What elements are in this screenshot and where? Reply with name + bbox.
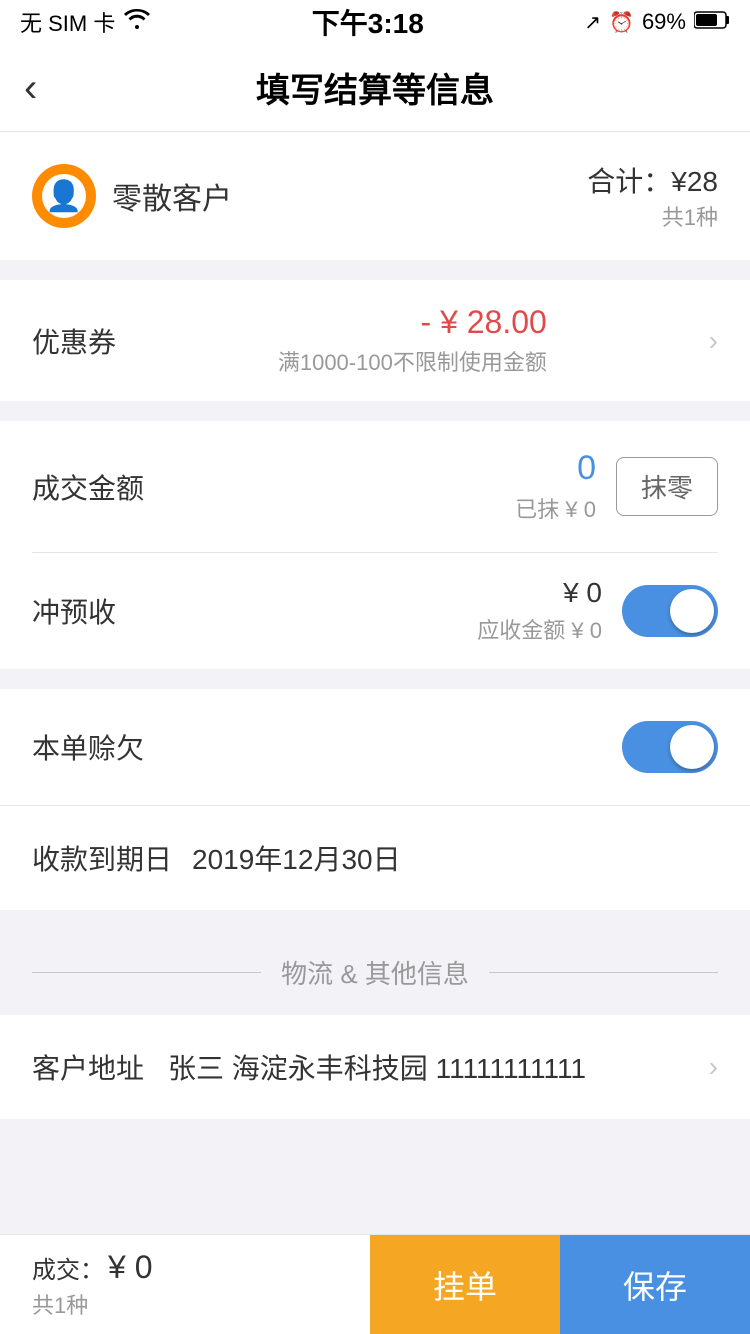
wifi-icon xyxy=(123,9,151,35)
back-button[interactable]: ‹ xyxy=(24,68,37,108)
sim-status: 无 SIM 卡 xyxy=(20,6,115,38)
address-chevron-icon: › xyxy=(709,1051,718,1083)
coupon-label: 优惠券 xyxy=(32,321,116,361)
toggle-thumb xyxy=(670,589,714,633)
prepay-amount-wrap: ¥ 0 应收金额 ¥ 0 xyxy=(477,577,602,645)
section-divider-3 xyxy=(0,669,750,689)
status-time: 下午3:18 xyxy=(312,2,424,42)
coupon-row[interactable]: 优惠券 - ¥ 28.00 满1000-100不限制使用金额 › xyxy=(0,280,750,401)
deal-amount-value: 0 xyxy=(515,449,596,488)
chevron-icon: › xyxy=(709,325,718,357)
deal-amount-wrap: 0 已抹 ¥ 0 xyxy=(515,449,596,524)
battery-level: 69% xyxy=(642,9,686,35)
customer-row: 👤 零散客户 合计：¥28 共1种 xyxy=(0,132,750,260)
person-icon: 👤 xyxy=(45,179,82,214)
bottom-count: 共1种 xyxy=(32,1288,338,1320)
section-divider-1 xyxy=(0,260,750,280)
alarm-icon: ⏰ xyxy=(609,10,634,35)
prepay-row: 冲预收 ¥ 0 应收金额 ¥ 0 xyxy=(0,553,750,669)
customer-left: 👤 零散客户 xyxy=(32,164,232,228)
due-date-label: 收款到期日 xyxy=(32,838,172,878)
total-count: 共1种 xyxy=(587,200,718,232)
due-date-value: 2019年12月30日 xyxy=(192,838,401,878)
bottom-spacer xyxy=(0,1119,750,1159)
deal-amount-right: 0 已抹 ¥ 0 抹零 xyxy=(515,449,718,524)
bottom-bar: 成交： ¥ 0 共1种 挂单 保存 xyxy=(0,1234,750,1334)
logistics-header: 物流 & 其他信息 xyxy=(0,930,750,1015)
content-area: 👤 零散客户 合计：¥28 共1种 优惠券 - ¥ 28.00 满1000-10… xyxy=(0,132,750,1259)
bottom-deal-value: ¥ 0 xyxy=(108,1249,152,1286)
coupon-right: - ¥ 28.00 满1000-100不限制使用金额 xyxy=(278,304,547,377)
page-title: 填写结算等信息 xyxy=(256,63,494,112)
address-row[interactable]: 客户地址 张三 海淀永丰科技园 11111111111 › xyxy=(0,1015,750,1119)
battery-icon xyxy=(694,9,730,35)
debt-label: 本单赊欠 xyxy=(32,727,144,767)
section-divider-2 xyxy=(0,401,750,421)
round-button[interactable]: 抹零 xyxy=(616,457,718,516)
deal-amount-label: 成交金额 xyxy=(32,467,144,507)
customer-section: 👤 零散客户 合计：¥28 共1种 xyxy=(0,132,750,260)
due-date-row[interactable]: 收款到期日 2019年12月30日 xyxy=(0,805,750,910)
status-bar: 无 SIM 卡 下午3:18 ↗ ⏰ 69% xyxy=(0,0,750,44)
coupon-sub: 满1000-100不限制使用金额 xyxy=(278,345,547,377)
nav-bar: ‹ 填写结算等信息 xyxy=(0,44,750,132)
bottom-deal-row: 成交： ¥ 0 xyxy=(32,1249,338,1286)
customer-avatar: 👤 xyxy=(32,164,96,228)
address-section: 客户地址 张三 海淀永丰科技园 11111111111 › xyxy=(0,1015,750,1119)
debt-toggle[interactable] xyxy=(622,721,718,773)
hang-button[interactable]: 挂单 xyxy=(370,1235,560,1334)
deal-amount-section: 成交金额 0 已抹 ¥ 0 抹零 冲预收 ¥ 0 应收金额 ¥ 0 xyxy=(0,421,750,669)
bottom-info: 成交： ¥ 0 共1种 xyxy=(0,1235,370,1334)
logistics-line-left xyxy=(32,972,261,973)
deal-amount-row: 成交金额 0 已抹 ¥ 0 抹零 xyxy=(0,421,750,552)
address-label: 客户地址 xyxy=(32,1047,144,1087)
logistics-label: 物流 & 其他信息 xyxy=(281,954,469,991)
coupon-section: 优惠券 - ¥ 28.00 满1000-100不限制使用金额 › xyxy=(0,280,750,401)
prepay-value: ¥ 0 xyxy=(477,577,602,609)
debt-section: 本单赊欠 收款到期日 2019年12月30日 xyxy=(0,689,750,910)
customer-name: 零散客户 xyxy=(112,174,232,218)
bottom-deal-label: 成交： xyxy=(32,1250,104,1285)
debt-row: 本单赊欠 xyxy=(0,689,750,805)
deal-amount-sub: 已抹 ¥ 0 xyxy=(515,492,596,524)
section-divider-4 xyxy=(0,910,750,930)
customer-right: 合计：¥28 共1种 xyxy=(587,160,718,232)
status-right: ↗ ⏰ 69% xyxy=(584,9,730,35)
address-value: 张三 海淀永丰科技园 11111111111 xyxy=(168,1047,709,1087)
avatar-icon: 👤 xyxy=(42,174,86,218)
prepay-label: 冲预收 xyxy=(32,591,116,631)
prepay-sub: 应收金额 ¥ 0 xyxy=(477,613,602,645)
status-left: 无 SIM 卡 xyxy=(20,6,151,38)
location-icon: ↗ xyxy=(584,10,601,35)
save-button[interactable]: 保存 xyxy=(560,1235,750,1334)
debt-toggle-thumb xyxy=(670,725,714,769)
prepay-right: ¥ 0 应收金额 ¥ 0 xyxy=(477,577,718,645)
prepay-toggle[interactable] xyxy=(622,585,718,637)
coupon-value: - ¥ 28.00 xyxy=(278,304,547,341)
logistics-line-right xyxy=(489,972,718,973)
total-price: 合计：¥28 xyxy=(587,160,718,200)
